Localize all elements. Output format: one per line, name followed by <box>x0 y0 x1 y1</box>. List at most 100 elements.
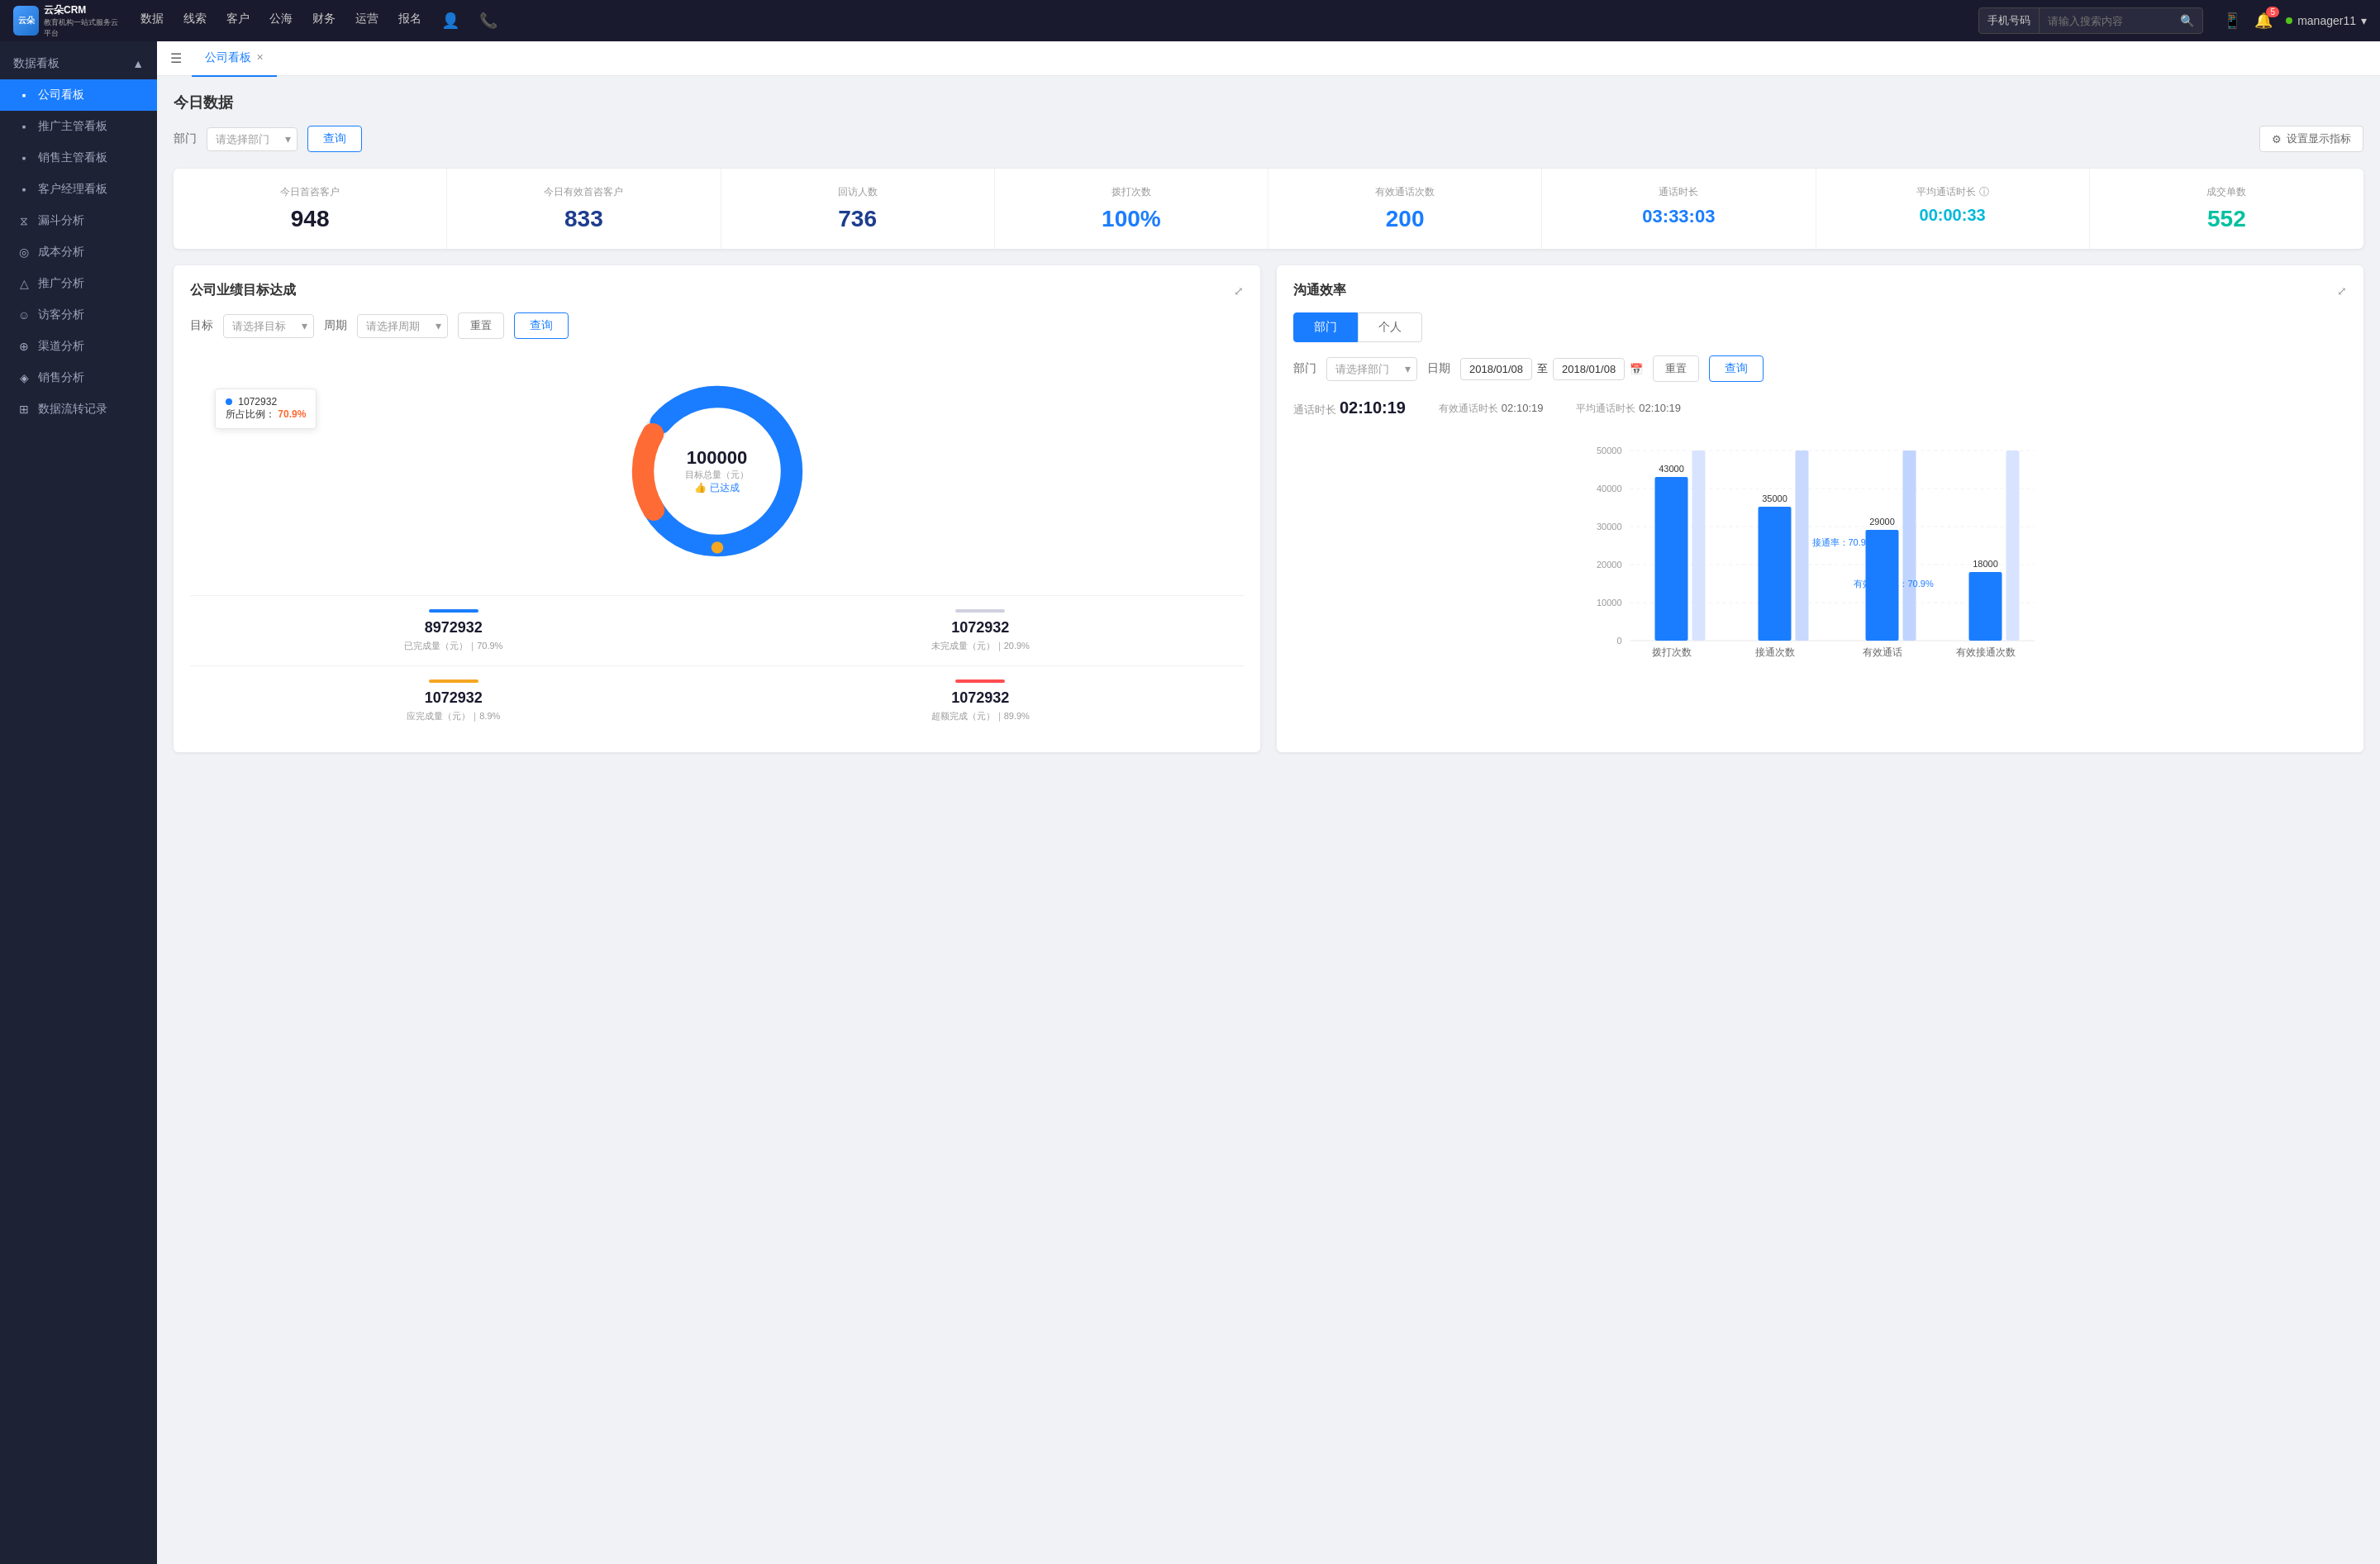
nav-operations[interactable]: 运营 <box>355 12 378 30</box>
sidebar-item-label: 销售主管看板 <box>38 150 107 165</box>
nav-customers[interactable]: 客户 <box>226 12 250 30</box>
comm-tab-personal[interactable]: 个人 <box>1358 312 1422 342</box>
sidebar-section-dashboard: 数据看板 ▲ ▪ 公司看板 ▪ 推广主管看板 ▪ 销售主管看板 ▪ 客户经理看板… <box>0 48 157 425</box>
goal-panel: 公司业绩目标达成 ⤢ 目标 请选择目标 周期 <box>174 265 1260 752</box>
stat-label-7: 成交单数 <box>2103 185 2350 199</box>
sidebar-item-sales-board[interactable]: ▪ 销售主管看板 <box>0 142 157 174</box>
effective-label: 有效通话时长 <box>1439 403 1498 414</box>
settings-button[interactable]: ⚙ 设置显示指标 <box>2259 126 2363 152</box>
main-content: ☰ 公司看板 ✕ 今日数据 部门 请选择部门 <box>157 41 2380 1564</box>
bar-dial-main <box>1655 477 1688 641</box>
svg-text:接通率：70.9%: 接通率：70.9% <box>1812 537 1874 547</box>
comm-expand-icon[interactable]: ⤢ <box>2337 284 2347 298</box>
notification-icon[interactable]: 🔔 5 <box>2254 12 2273 30</box>
sidebar-item-channel[interactable]: ⊕ 渠道分析 <box>0 331 157 362</box>
sidebar-item-visitor[interactable]: ☺ 访客分析 <box>0 299 157 331</box>
goal-expand-icon[interactable]: ⤢ <box>1234 284 1244 298</box>
search-input[interactable] <box>2040 10 2172 32</box>
svg-text:有效接通次数: 有效接通次数 <box>1956 646 2016 658</box>
funnel-icon: ⧖ <box>17 214 31 228</box>
comm-dept-select[interactable]: 请选择部门 <box>1326 357 1417 381</box>
sidebar-item-promotion-board[interactable]: ▪ 推广主管看板 <box>0 111 157 142</box>
date-to[interactable]: 2018/01/08 <box>1553 358 1625 380</box>
comm-reset-button[interactable]: 重置 <box>1653 355 1699 382</box>
sidebar-item-company-board[interactable]: ▪ 公司看板 <box>0 79 157 111</box>
comm-tab-dept[interactable]: 部门 <box>1293 312 1358 342</box>
goal-reset-button[interactable]: 重置 <box>458 312 504 339</box>
search-type[interactable]: 手机号码 <box>1979 8 2040 33</box>
sidebar-group-header[interactable]: 数据看板 ▲ <box>0 48 157 79</box>
comm-panel-title: 沟通效率 <box>1293 282 1346 299</box>
donut-chart-area: 1072932 所占比例： 70.9% <box>190 355 1244 587</box>
stat-label-0: 今日首咨客户 <box>187 185 433 199</box>
sidebar-item-customer-board[interactable]: ▪ 客户经理看板 <box>0 174 157 205</box>
device-icon[interactable]: 📱 <box>2223 12 2241 30</box>
stat-value-5: 03:33:03 <box>1555 206 1802 227</box>
customer-board-icon: ▪ <box>17 183 31 196</box>
sidebar-item-label: 客户经理看板 <box>38 182 107 197</box>
donut-container: 100000 目标总量（元） 👍 已达成 <box>618 372 816 570</box>
goal-period-select[interactable]: 请选择周期 <box>357 314 448 338</box>
duration-label: 通话时长 <box>1293 403 1336 416</box>
goal-target-select[interactable]: 请选择目标 <box>223 314 314 338</box>
today-section: 今日数据 部门 请选择部门 查询 ⚙ 设置显示指标 <box>174 93 2363 249</box>
sidebar-collapse-icon[interactable]: ▲ <box>132 57 144 70</box>
bar-valid-connect-main <box>1969 572 2002 641</box>
goal-stat-label-uncompleted: 未完成量（元）｜20.9% <box>731 640 1231 652</box>
donut-center: 100000 目标总量（元） 👍 已达成 <box>685 447 749 495</box>
sidebar-item-data-flow[interactable]: ⊞ 数据流转记录 <box>0 393 157 425</box>
sidebar-item-label: 访客分析 <box>38 308 84 322</box>
comm-panel-header: 沟通效率 ⤢ <box>1293 282 2347 299</box>
duration-value: 02:10:19 <box>1340 398 1406 417</box>
menu-toggle-icon[interactable]: ☰ <box>170 50 182 66</box>
sidebar-item-label: 数据流转记录 <box>38 402 107 417</box>
stat-value-0: 948 <box>187 206 433 232</box>
sidebar-item-promotion-analysis[interactable]: △ 推广分析 <box>0 268 157 299</box>
user-info[interactable]: manager11 ▾ <box>2286 14 2367 27</box>
tooltip-percent: 70.9% <box>278 408 306 420</box>
phone-icon[interactable]: 📞 <box>479 12 497 30</box>
channel-icon: ⊕ <box>17 340 31 353</box>
comm-tabs: 部门 个人 <box>1293 312 2347 342</box>
tooltip-dot <box>226 398 232 405</box>
tab-company-board[interactable]: 公司看板 ✕ <box>192 41 277 77</box>
svg-text:10000: 10000 <box>1597 598 1622 608</box>
nav-public[interactable]: 公海 <box>269 12 293 30</box>
cost-icon: ◎ <box>17 246 31 259</box>
bar-valid-connect-ghost <box>2006 451 2020 641</box>
dept-select-wrapper: 请选择部门 <box>207 127 298 151</box>
today-query-button[interactable]: 查询 <box>307 126 362 152</box>
tooltip-label: 所占比例： <box>226 408 275 420</box>
date-from[interactable]: 2018/01/08 <box>1460 358 1532 380</box>
dept-select[interactable]: 请选择部门 <box>207 127 298 151</box>
stat-value-6: 00:00:33 <box>1830 206 2076 225</box>
tab-close-icon[interactable]: ✕ <box>256 52 264 63</box>
bar-chart-area: 50000 40000 30000 20000 10000 0 43000 <box>1293 434 2347 665</box>
tab-label: 公司看板 <box>205 50 251 65</box>
comm-query-button[interactable]: 查询 <box>1709 355 1764 382</box>
sidebar-item-funnel[interactable]: ⧖ 漏斗分析 <box>0 205 157 236</box>
sidebar-item-label: 渠道分析 <box>38 339 84 354</box>
nav-signup[interactable]: 报名 <box>398 12 421 30</box>
svg-text:29000: 29000 <box>1869 517 1895 527</box>
calendar-icon[interactable]: 📅 <box>1630 363 1643 375</box>
goal-query-button[interactable]: 查询 <box>514 312 569 339</box>
nav-finance[interactable]: 财务 <box>312 12 336 30</box>
comm-dept-label: 部门 <box>1293 361 1316 376</box>
stat-value-2: 736 <box>735 206 981 232</box>
time-stat-duration: 通话时长 02:10:19 <box>1293 398 1406 417</box>
visitor-icon: ☺ <box>17 308 31 322</box>
sidebar-item-sales-analysis[interactable]: ◈ 销售分析 <box>0 362 157 393</box>
nav-data[interactable]: 数据 <box>140 12 164 30</box>
person-icon[interactable]: 👤 <box>441 12 459 30</box>
user-dropdown-icon[interactable]: ▾ <box>2361 14 2367 27</box>
stat-dial-count: 拨打次数 100% <box>995 169 1269 249</box>
stat-value-4: 200 <box>1282 206 1528 232</box>
svg-text:30000: 30000 <box>1597 522 1622 532</box>
stat-revisit: 回访人数 736 <box>721 169 995 249</box>
top-navigation: 云朵 云朵CRM 教育机构一站式服务云平台 数据 线索 客户 公海 财务 运营 … <box>0 0 2380 41</box>
sidebar-item-cost[interactable]: ◎ 成本分析 <box>0 236 157 268</box>
search-button[interactable]: 🔍 <box>2172 9 2202 32</box>
goal-stat-label-over: 超额完成（元）｜89.9% <box>731 710 1231 722</box>
nav-leads[interactable]: 线索 <box>183 12 207 30</box>
